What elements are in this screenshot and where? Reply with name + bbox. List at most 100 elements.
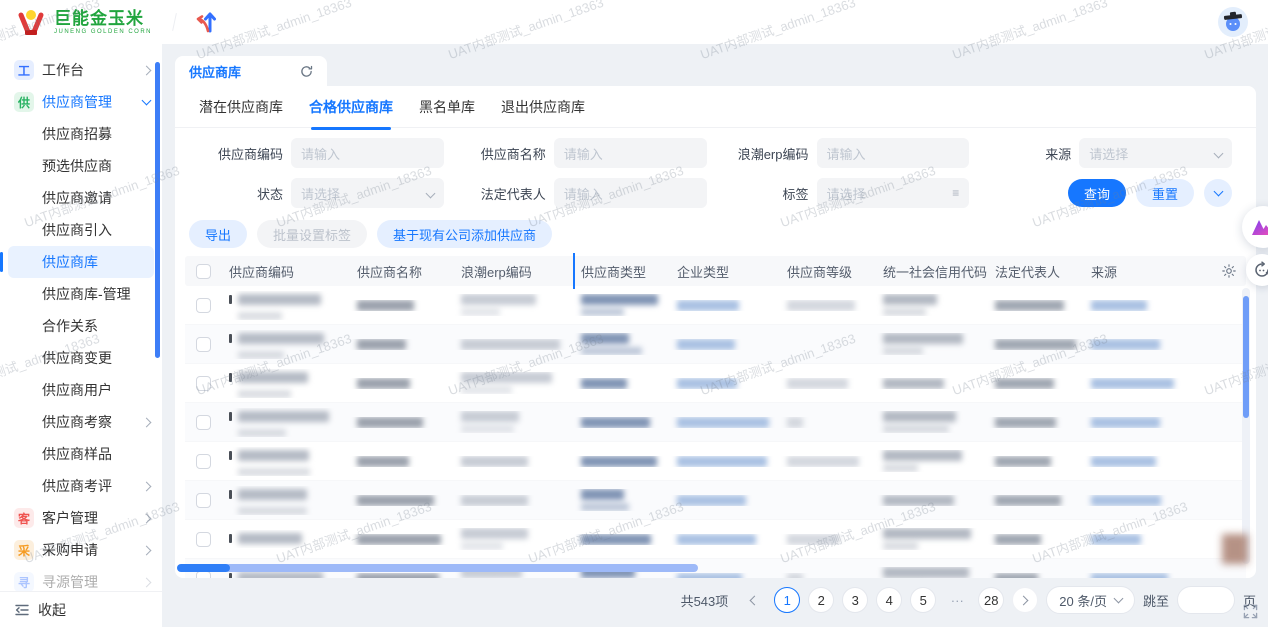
sidebar-item-label: 寻源管理	[42, 574, 98, 590]
upgrade-arrows-icon[interactable]	[193, 9, 223, 35]
sidebar-item-purchase-request[interactable]: 采采购申请	[0, 534, 162, 566]
tab-supplier-library[interactable]: 供应商库	[175, 56, 327, 86]
filter-select-tags[interactable]: 请选择 ≡	[816, 178, 970, 208]
redacted-bar-secondary	[581, 347, 642, 355]
expand-filters-button[interactable]	[1204, 179, 1232, 207]
redacted-bar	[1091, 416, 1160, 428]
redacted-content	[1091, 533, 1238, 545]
table-row[interactable]	[185, 286, 1246, 325]
redacted-bar	[461, 455, 528, 467]
redacted-content	[229, 530, 341, 548]
page-button-2[interactable]: 2	[808, 587, 835, 613]
sidebar-scrollbar[interactable]	[155, 62, 160, 358]
sidebar-item-supplier-library[interactable]: 供应商库	[0, 246, 154, 278]
row-checkbox[interactable]	[195, 531, 211, 547]
redacted-bar	[883, 294, 937, 305]
sidebar-item-supplier-library-manage[interactable]: 供应商库-管理	[0, 278, 162, 310]
sidebar-item-supplier-introduce[interactable]: 供应商引入	[0, 214, 162, 246]
table-row[interactable]	[185, 403, 1246, 442]
subtab-blacklist-library[interactable]: 黑名单库	[419, 97, 475, 117]
sidebar-menu: 工工作台供供应商管理 供应商招募 预选供应商 供应商邀请 供应商引入 供应商库 供应商库-管…	[0, 44, 162, 591]
redacted-bar	[1091, 572, 1168, 578]
refresh-icon[interactable]	[300, 65, 313, 78]
table-horizontal-scrollbar-thumb[interactable]	[177, 564, 230, 572]
row-checkbox[interactable]	[195, 414, 211, 430]
prev-page-button[interactable]	[740, 587, 766, 613]
chevron-down-icon	[1213, 186, 1223, 197]
subtab-qualified-supplier-library[interactable]: 合格供应商库	[309, 97, 393, 130]
page-size-select[interactable]: 20 条/页	[1046, 586, 1135, 614]
sidebar-item-sourcing-management[interactable]: 寻寻源管理	[0, 566, 162, 591]
chevron-right-icon	[141, 481, 152, 491]
chevron-down-icon	[141, 95, 152, 106]
table-row[interactable]	[185, 442, 1246, 481]
subtab-potential-supplier-library[interactable]: 潜在供应商库	[199, 97, 283, 117]
sidebar-item-supplier-sample[interactable]: 供应商样品	[0, 438, 162, 470]
reset-button[interactable]: 重置	[1135, 179, 1194, 207]
row-checkbox[interactable]	[195, 492, 211, 508]
sidebar-item-supplier-recruit[interactable]: 供应商招募	[0, 118, 162, 150]
redacted-bar	[883, 377, 944, 389]
row-checkbox[interactable]	[195, 375, 211, 391]
table-row[interactable]	[185, 520, 1246, 559]
redacted-content	[461, 294, 565, 316]
sidebar-item-supplier-review[interactable]: 供应商考评	[0, 470, 162, 502]
redacted-content	[995, 572, 1075, 578]
page-button-4[interactable]: 4	[876, 587, 903, 613]
sidebar-item-supplier-management[interactable]: 供供应商管理	[0, 86, 162, 118]
redacted-cell	[221, 330, 349, 359]
filter-select-status[interactable]: 请选择	[291, 178, 444, 208]
next-page-button[interactable]	[1012, 587, 1039, 613]
redacted-cell	[221, 447, 349, 476]
filter-input-supplier-name[interactable]: 请输入	[553, 138, 707, 168]
redacted-cell	[1083, 338, 1246, 350]
user-avatar[interactable]	[1218, 7, 1248, 37]
table-row[interactable]	[185, 325, 1246, 364]
add-supplier-from-company-button[interactable]: 基于现有公司添加供应商	[377, 220, 553, 248]
sidebar-item-customer-management[interactable]: 客客户管理	[0, 502, 162, 534]
row-checkbox[interactable]	[195, 336, 211, 352]
top-header: 巨能金玉米 JUNENG GOLDEN CORN	[0, 0, 1268, 44]
redacted-bar	[238, 332, 324, 344]
page-button-5[interactable]: 5	[910, 587, 937, 613]
page-button-1[interactable]: 1	[774, 587, 801, 613]
table-horizontal-scrollbar-track[interactable]	[225, 564, 698, 572]
redacted-cell	[453, 294, 573, 316]
redacted-content	[883, 567, 979, 578]
sidebar-item-cooperation-relation[interactable]: 合作关系	[0, 310, 162, 342]
page-button-28[interactable]: 28	[978, 587, 1005, 613]
redacted-content	[229, 447, 341, 476]
page-jump-input[interactable]	[1176, 586, 1235, 614]
collapse-sidebar-button[interactable]: 收起	[0, 591, 162, 627]
redacted-bar	[461, 338, 560, 350]
search-button[interactable]: 查询	[1067, 179, 1126, 207]
row-checkbox[interactable]	[195, 297, 211, 313]
filter-select-source[interactable]: 请选择	[1079, 138, 1232, 168]
sidebar-item-supplier-invite[interactable]: 供应商邀请	[0, 182, 162, 214]
filter-item-source: 来源 请选择	[987, 138, 1232, 168]
sidebar-item-supplier-user[interactable]: 供应商用户	[0, 374, 162, 406]
page-button-3[interactable]: 3	[842, 587, 869, 613]
redacted-cell	[573, 416, 669, 428]
filter-input-langchao-erp-code[interactable]: 请输入	[816, 138, 970, 168]
redacted-content	[357, 572, 445, 578]
redacted-bar	[357, 572, 439, 578]
redacted-cell	[1083, 416, 1246, 428]
filter-placeholder: 请选择	[826, 186, 866, 202]
sidebar-item-pre-selected-supplier[interactable]: 预选供应商	[0, 150, 162, 182]
table-row[interactable]	[185, 364, 1246, 403]
column-settings-button[interactable]	[1212, 264, 1246, 278]
table-vertical-scrollbar-thumb[interactable]	[1243, 296, 1249, 418]
export-button[interactable]: 导出	[189, 220, 248, 248]
sidebar-item-workbench[interactable]: 工工作台	[0, 54, 162, 86]
filter-input-supplier-code[interactable]: 请输入	[291, 138, 444, 168]
sidebar-item-supplier-change[interactable]: 供应商变更	[0, 342, 162, 374]
batch-set-tags-button: 批量设置标签	[257, 220, 368, 248]
filter-input-legal-representative[interactable]: 请输入	[553, 178, 707, 208]
subtab-exited-supplier-library[interactable]: 退出供应商库	[501, 97, 585, 117]
row-select-cell	[185, 531, 221, 547]
select-all-checkbox[interactable]	[195, 263, 211, 279]
sidebar-item-supplier-inspection[interactable]: 供应商考察	[0, 406, 162, 438]
table-row[interactable]	[185, 481, 1246, 520]
row-checkbox[interactable]	[195, 453, 211, 469]
